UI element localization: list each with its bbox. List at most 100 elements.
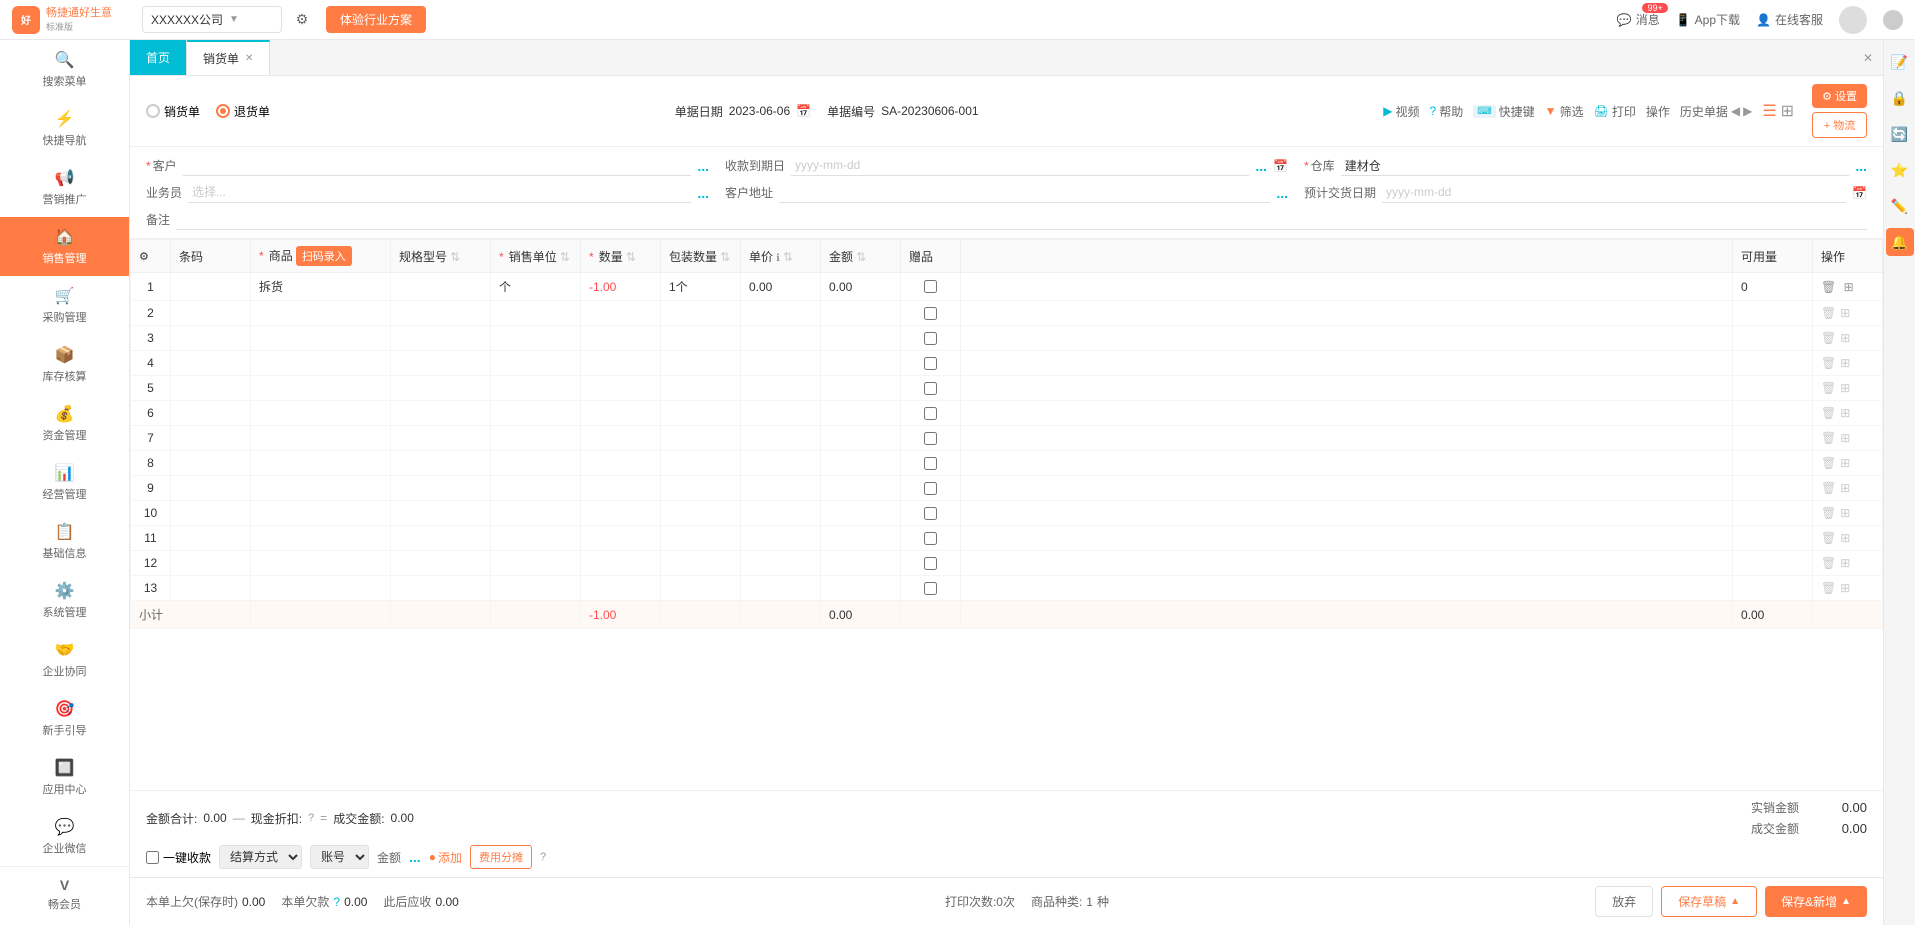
right-panel-bell-icon[interactable]: 🔔 [1886,228,1914,256]
row-pkgqty-4[interactable] [661,351,741,376]
delete-icon-8[interactable]: 🗑 [1821,456,1836,470]
warehouse-input[interactable] [1341,155,1850,176]
due-date-ellipsis[interactable]: ... [1255,158,1267,174]
sidebar-item-member[interactable]: V 畅会员 [0,867,129,922]
row-unit-11[interactable] [491,526,581,551]
copy-icon-1[interactable]: ⊞ [1844,280,1854,294]
row-qty-4[interactable] [581,351,661,376]
save-new-button[interactable]: 保存&新增 ▲ [1765,886,1867,917]
delete-icon-7[interactable]: 🗑 [1821,431,1836,445]
radio-return-order[interactable]: 退货单 [216,103,270,120]
row-qty-11[interactable] [581,526,661,551]
row-product-3[interactable] [251,326,391,351]
discount-question-icon[interactable]: ? [308,812,314,824]
row-unit-5[interactable] [491,376,581,401]
row-pkgqty-5[interactable] [661,376,741,401]
logistics-button[interactable]: + 物流 [1812,112,1867,138]
sidebar-item-inventory[interactable]: 📦 库存核算 [0,335,129,394]
gift-checkbox-10[interactable] [924,507,937,520]
right-panel-note-icon[interactable]: 📝 [1886,48,1914,76]
row-amount-8[interactable] [821,451,901,476]
row-amount-13[interactable] [821,576,901,601]
row-qty-6[interactable] [581,401,661,426]
row-barcode-8[interactable] [171,451,251,476]
row-product-12[interactable] [251,551,391,576]
help-action[interactable]: ? 帮助 [1430,103,1464,120]
copy-icon-2[interactable]: ⊞ [1840,306,1850,320]
row-barcode-9[interactable] [171,476,251,501]
row-spec-9[interactable] [391,476,491,501]
right-panel-refresh-icon[interactable]: 🔄 [1886,120,1914,148]
row-product-13[interactable] [251,576,391,601]
calendar-icon[interactable]: 📅 [796,104,811,118]
row-amount-3[interactable] [821,326,901,351]
settlement-select[interactable]: 结算方式 [219,845,302,869]
th-spec-sort[interactable]: ⇅ [450,250,460,264]
sidebar-item-system[interactable]: ⚙️ 系统管理 [0,571,129,630]
avatar[interactable] [1839,6,1867,34]
th-price-info-icon[interactable]: ℹ [776,253,780,264]
view-grid-icon[interactable]: ⊞ [1781,101,1794,121]
gift-checkbox-1[interactable] [924,280,937,293]
row-spec-5[interactable] [391,376,491,401]
delete-icon-6[interactable]: 🗑 [1821,406,1836,420]
row-pkgqty-2[interactable] [661,301,741,326]
print-action[interactable]: 🖨 打印 [1594,103,1636,120]
row-amount-11[interactable] [821,526,901,551]
row-pkgqty-12[interactable] [661,551,741,576]
delivery-date-calendar-icon[interactable]: 📅 [1852,186,1867,200]
row-price-5[interactable] [741,376,821,401]
sidebar-item-guide[interactable]: 🎯 新手引导 [0,689,129,748]
sidebar-item-wechat[interactable]: 💬 企业微信 [0,807,129,866]
row-price-13[interactable] [741,576,821,601]
customer-ellipsis[interactable]: ... [697,158,709,174]
delete-icon-1[interactable]: 🗑 [1821,280,1836,294]
tab-sales-order[interactable]: 销货单 ✕ [187,40,270,75]
row-spec-3[interactable] [391,326,491,351]
remarks-input[interactable] [176,209,1867,230]
save-new-chevron[interactable]: ▲ [1841,896,1851,907]
row-unit-12[interactable] [491,551,581,576]
delete-icon-3[interactable]: 🗑 [1821,331,1836,345]
settings-button[interactable]: ⚙ 设置 [1812,84,1867,108]
row-barcode-13[interactable] [171,576,251,601]
row-barcode-6[interactable] [171,401,251,426]
customer-input[interactable] [183,155,692,176]
row-unit-13[interactable] [491,576,581,601]
this-order-debt-icon[interactable]: ? [333,895,340,909]
row-unit-6[interactable] [491,401,581,426]
row-unit-4[interactable] [491,351,581,376]
row-amount-5[interactable] [821,376,901,401]
expense-split-button[interactable]: 费用分摊 [470,845,532,869]
row-barcode-1[interactable] [171,273,251,301]
row-unit-7[interactable] [491,426,581,451]
trial-button[interactable]: 体验行业方案 [326,6,426,33]
th-unit-sort[interactable]: ⇅ [560,250,570,264]
row-barcode-5[interactable] [171,376,251,401]
th-amount-sort[interactable]: ⇅ [856,250,866,264]
sidebar-item-apps[interactable]: 🔲 应用中心 [0,748,129,807]
gift-checkbox-3[interactable] [924,332,937,345]
discard-button[interactable]: 放弃 [1595,886,1653,917]
gift-checkbox-6[interactable] [924,407,937,420]
delete-icon-5[interactable]: 🗑 [1821,381,1836,395]
row-amount-7[interactable] [821,426,901,451]
row-spec-6[interactable] [391,401,491,426]
gift-checkbox-4[interactable] [924,357,937,370]
row-amount-9[interactable] [821,476,901,501]
row-product-2[interactable] [251,301,391,326]
row-product-5[interactable] [251,376,391,401]
th-pkgqty-sort[interactable]: ⇅ [720,250,730,264]
row-price-9[interactable] [741,476,821,501]
sidebar-item-purchase[interactable]: 🛒 采购管理 [0,276,129,335]
add-payment-button[interactable]: ● 添加 [429,849,462,866]
row-barcode-4[interactable] [171,351,251,376]
delivery-date-input[interactable] [1382,182,1846,203]
copy-icon-3[interactable]: ⊞ [1840,331,1850,345]
account-select[interactable]: 账号 [310,845,369,869]
row-product-11[interactable] [251,526,391,551]
right-panel-edit-icon[interactable]: ✏️ [1886,192,1914,220]
history-nav-prev[interactable]: ◀ [1731,104,1740,118]
row-price-12[interactable] [741,551,821,576]
row-qty-12[interactable] [581,551,661,576]
